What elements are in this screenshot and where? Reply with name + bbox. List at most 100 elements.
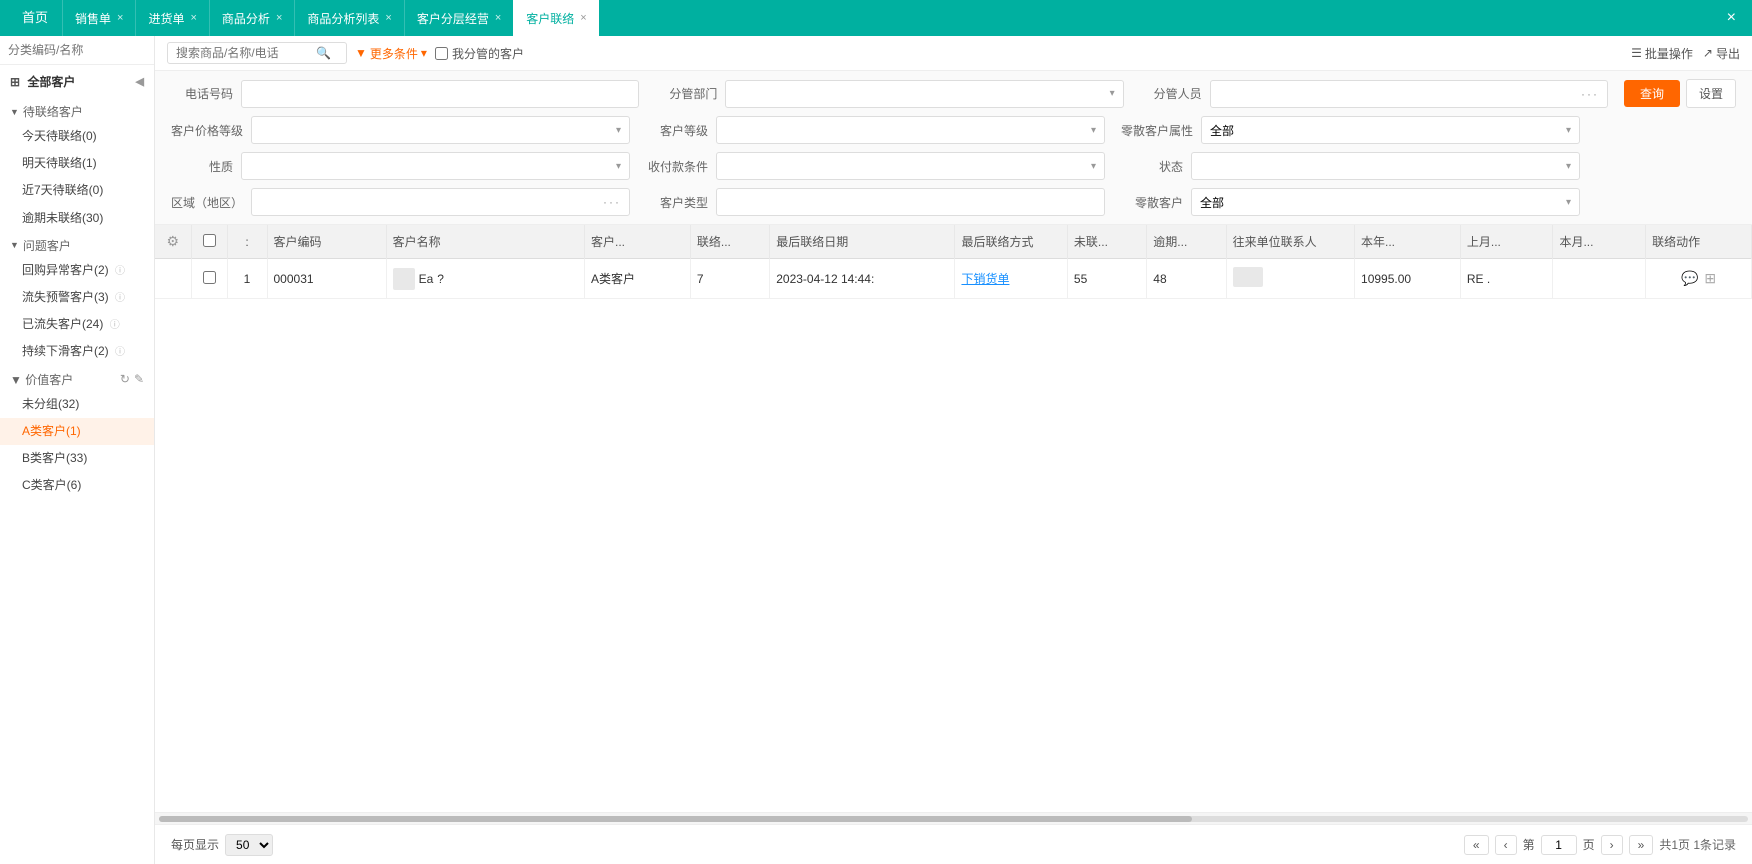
close-sales-tab[interactable]: × bbox=[117, 12, 123, 24]
sidebar-search-input[interactable] bbox=[8, 43, 155, 57]
sidebar-item-unclassified[interactable]: 未分组(32) bbox=[0, 391, 154, 418]
person-input[interactable]: ··· bbox=[1210, 80, 1608, 108]
search-icon[interactable]: 🔍 bbox=[316, 46, 331, 60]
page-size-select[interactable]: 50 bbox=[225, 834, 273, 856]
sidebar-item-tomorrow-pending[interactable]: 明天待联络(1) bbox=[0, 150, 154, 177]
my-customers-checkbox[interactable] bbox=[435, 47, 448, 60]
export-btn[interactable]: ↗ 导出 bbox=[1703, 45, 1740, 62]
table-row: 1 000031 Ea ? A类客户 7 2023-04-12 14:44: bbox=[155, 259, 1752, 299]
nature-select[interactable]: ▾ bbox=[241, 152, 630, 180]
sidebar-item-class-b[interactable]: B类客户(33) bbox=[0, 445, 154, 472]
status-select[interactable]: ▾ bbox=[1191, 152, 1580, 180]
top-navigation: 首页 销售单 × 进货单 × 商品分析 × 商品分析列表 × 客户分层经营 × … bbox=[0, 0, 1752, 36]
col-this-year-header: 本年... bbox=[1355, 225, 1461, 259]
my-customers-checkbox-container[interactable]: 我分管的客户 bbox=[435, 45, 524, 62]
region-input[interactable]: ··· bbox=[251, 188, 630, 216]
batch-operation-btn[interactable]: ☰ 批量操作 bbox=[1631, 45, 1693, 62]
prev-page-btn[interactable]: ‹ bbox=[1495, 835, 1517, 855]
total-records-text: 共1页 1条记录 bbox=[1659, 836, 1736, 853]
sidebar-item-churn-warning[interactable]: 流失预警客户(3) ⓘ bbox=[0, 284, 154, 311]
person-more-icon: ··· bbox=[1581, 87, 1599, 101]
pagination-controls: « ‹ 第 页 › » 共1页 1条记录 bbox=[1464, 835, 1736, 855]
price-level-label: 客户价格等级 bbox=[171, 122, 251, 139]
settings-button[interactable]: 设置 bbox=[1686, 79, 1736, 108]
region-more-icon: ··· bbox=[603, 195, 621, 209]
close-all-tabs[interactable]: × bbox=[1719, 9, 1744, 27]
collapse-icon[interactable]: ◀ bbox=[136, 75, 144, 88]
pay-condition-arrow: ▾ bbox=[1091, 161, 1096, 172]
filter-right-actions: ☰ 批量操作 ↗ 导出 bbox=[1631, 45, 1740, 62]
last-page-btn[interactable]: » bbox=[1629, 835, 1654, 855]
tab-product-analysis-list[interactable]: 商品分析列表 × bbox=[294, 0, 403, 36]
section-problem-customers[interactable]: ▼ 问题客户 bbox=[0, 232, 154, 257]
table-settings-icon[interactable]: ⚙ bbox=[166, 233, 179, 249]
next-page-btn[interactable]: › bbox=[1601, 835, 1623, 855]
chevron-down-icon: ▾ bbox=[421, 46, 427, 60]
tab-customer-tier[interactable]: 客户分层经营 × bbox=[404, 0, 513, 36]
grid-icon: ⊞ bbox=[10, 75, 20, 89]
filter-row-1: 电话号码 分管部门 ▾ 分管人员 ··· bbox=[171, 79, 1736, 108]
row-this-year-cell: 10995.00 bbox=[1355, 259, 1461, 299]
sidebar-item-class-a[interactable]: A类客户(1) bbox=[0, 418, 154, 445]
sidebar-item-declining[interactable]: 持续下滑客户(2) ⓘ bbox=[0, 338, 154, 365]
col-settings: ⚙ bbox=[155, 225, 191, 259]
query-button[interactable]: 查询 bbox=[1624, 80, 1680, 107]
tab-sales[interactable]: 销售单 × bbox=[62, 0, 135, 36]
tab-customer-contact[interactable]: 客户联络 × bbox=[513, 0, 598, 36]
refresh-icon[interactable]: ↻ bbox=[120, 372, 130, 386]
pay-condition-select[interactable]: ▾ bbox=[716, 152, 1105, 180]
sidebar-item-7days-pending[interactable]: 近7天待联络(0) bbox=[0, 177, 154, 204]
close-customer-tier-tab[interactable]: × bbox=[495, 12, 501, 24]
home-tab[interactable]: 首页 bbox=[8, 0, 62, 36]
value-section-icons[interactable]: ↻ ✎ bbox=[120, 372, 144, 386]
customer-level-select[interactable]: ▾ bbox=[716, 116, 1105, 144]
qr-icon[interactable]: ⊞ bbox=[1704, 270, 1716, 287]
search-input[interactable] bbox=[176, 46, 316, 60]
info-icon-churned: ⓘ bbox=[110, 320, 120, 331]
sidebar-item-repurchase-abnormal[interactable]: 回购异常客户(2) ⓘ bbox=[0, 257, 154, 284]
row-checkbox[interactable] bbox=[203, 271, 216, 284]
sidebar-item-class-c[interactable]: C类客户(6) bbox=[0, 472, 154, 499]
sidebar-item-today-pending[interactable]: 今天待联络(0) bbox=[0, 123, 154, 150]
retail-select[interactable]: 全部 ▾ bbox=[1191, 188, 1580, 216]
first-page-btn[interactable]: « bbox=[1464, 835, 1489, 855]
tab-product-analysis[interactable]: 商品分析 × bbox=[209, 0, 294, 36]
col-overdue-header: 逾期... bbox=[1147, 225, 1226, 259]
page-number-input[interactable] bbox=[1541, 835, 1577, 855]
retail-attr-select[interactable]: 全部 ▾ bbox=[1201, 116, 1580, 144]
region-label: 区域（地区） bbox=[171, 194, 251, 211]
sidebar: 🔍 ⊞ 全部客户 ◀ ▼ 待联络客户 今天待联络(0) 明天待联络(1) 近7天… bbox=[0, 36, 155, 864]
filter-customer-level: 客户等级 ▾ bbox=[646, 116, 1105, 144]
last-method-link[interactable]: 下销货单 bbox=[961, 272, 1009, 286]
scroll-thumb[interactable] bbox=[159, 816, 1192, 822]
select-all-checkbox[interactable] bbox=[203, 234, 216, 247]
filter-icon: ▼ bbox=[355, 46, 367, 60]
customer-type-input[interactable] bbox=[716, 188, 1105, 216]
unit-contact-avatar bbox=[1233, 267, 1263, 287]
close-customer-contact-tab[interactable]: × bbox=[580, 12, 586, 24]
row-checkbox-cell bbox=[191, 259, 227, 299]
filter-phone: 电话号码 bbox=[171, 80, 639, 108]
sidebar-item-overdue-pending[interactable]: 逾期未联络(30) bbox=[0, 205, 154, 232]
customer-type-label: 客户类型 bbox=[646, 194, 716, 211]
col-code-header: 客户编码 bbox=[267, 225, 386, 259]
filter-retail-attr: 零散客户属性 全部 ▾ bbox=[1121, 116, 1580, 144]
phone-input[interactable] bbox=[241, 80, 639, 108]
close-product-analysis-tab[interactable]: × bbox=[276, 12, 282, 24]
close-purchase-tab[interactable]: × bbox=[190, 12, 196, 24]
tab-purchase[interactable]: 进货单 × bbox=[135, 0, 208, 36]
close-product-analysis-list-tab[interactable]: × bbox=[385, 12, 391, 24]
chat-icon[interactable]: 💬 bbox=[1681, 270, 1698, 287]
dept-label: 分管部门 bbox=[655, 85, 725, 102]
more-conditions-btn[interactable]: ▼ 更多条件 ▾ bbox=[355, 45, 427, 62]
sidebar-item-churned[interactable]: 已流失客户(24) ⓘ bbox=[0, 311, 154, 338]
dept-select[interactable]: ▾ bbox=[725, 80, 1123, 108]
customer-level-arrow: ▾ bbox=[1091, 125, 1096, 136]
price-level-select[interactable]: ▾ bbox=[251, 116, 630, 144]
horizontal-scroll-bar[interactable] bbox=[155, 812, 1752, 824]
edit-icon[interactable]: ✎ bbox=[134, 372, 144, 386]
arrow-value: ▼ bbox=[10, 373, 22, 387]
section-pending-contact[interactable]: ▼ 待联络客户 bbox=[0, 98, 154, 123]
all-customers-item[interactable]: ⊞ 全部客户 ◀ bbox=[0, 65, 154, 98]
col-type-header: 客户... bbox=[585, 225, 691, 259]
